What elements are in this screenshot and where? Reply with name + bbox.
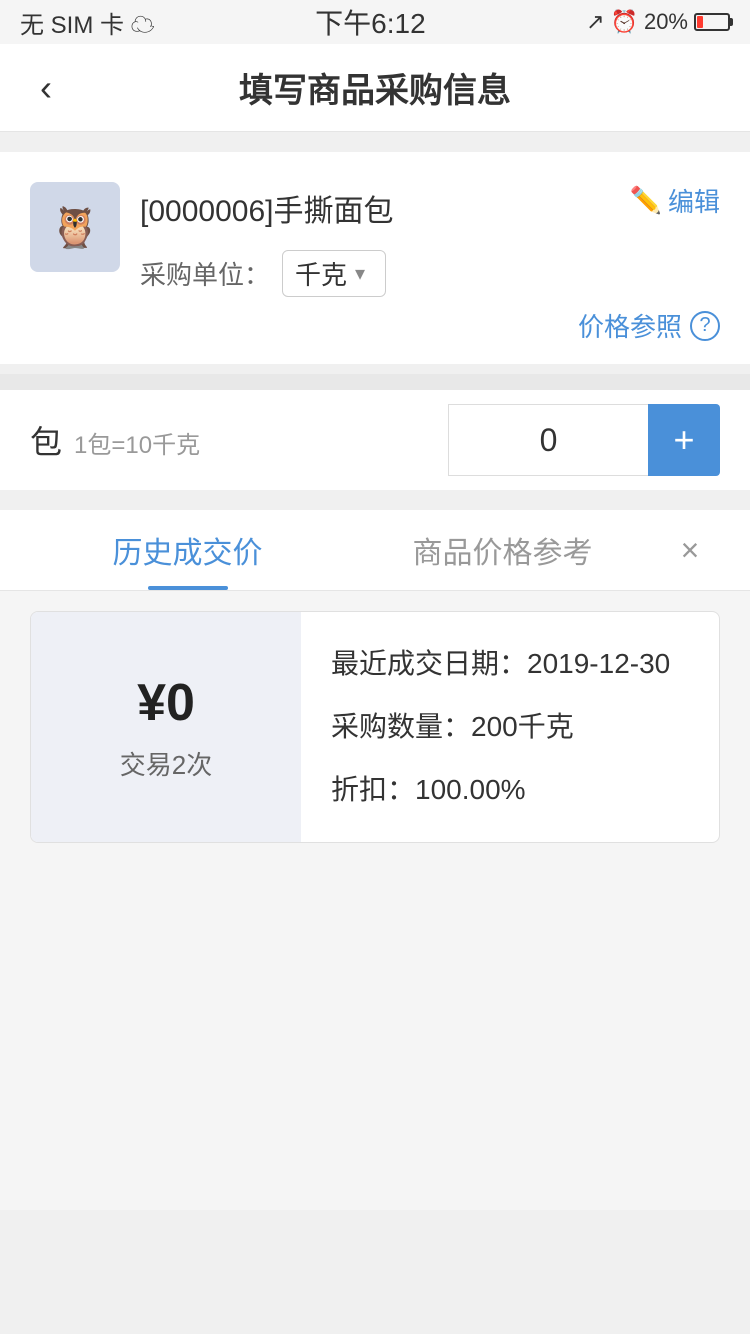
status-left: 无 SIM 卡 ☁ (20, 5, 155, 40)
quantity-input-group: 0 + (448, 404, 720, 476)
price-trades: 交易2次 (120, 745, 212, 782)
price-ref-label: 价格参照 (578, 307, 682, 344)
quantity-detail-label: 采购数量： (331, 711, 471, 742)
tab-price-reference[interactable]: 商品价格参考 (345, 510, 660, 590)
status-time: 下午6:12 (315, 2, 426, 42)
unit-label: 采购单位： (140, 255, 270, 292)
alarm-icon: ⏰ (611, 9, 638, 35)
quantity-input[interactable]: 0 (448, 404, 648, 476)
product-logo-icon: 🦉 (50, 204, 100, 251)
content-area: 历史成交价 商品价格参考 × ¥0 交易2次 最近成交日期：2019-12-30… (0, 510, 750, 1210)
edit-button[interactable]: ✏️ 编辑 (630, 182, 720, 219)
tab-history-price[interactable]: 历史成交价 (30, 510, 345, 590)
product-name: [0000006]手撕面包 (140, 186, 393, 230)
product-card: 🦉 [0000006]手撕面包 采购单位： 千克 ▾ ✏️ 编辑 价格参照 ? (0, 152, 750, 364)
back-button[interactable]: ‹ (30, 57, 62, 119)
price-ref-row[interactable]: 价格参照 ? (30, 307, 720, 344)
battery-percent: 20% (644, 9, 688, 35)
unit-select[interactable]: 千克 ▾ (282, 250, 386, 297)
status-right: ↗ ⏰ 20% (586, 9, 730, 35)
status-bar: 无 SIM 卡 ☁ 下午6:12 ↗ ⏰ 20% (0, 0, 750, 44)
unit-value: 千克 (295, 255, 347, 292)
recent-date-row: 最近成交日期：2019-12-30 (331, 642, 689, 687)
quantity-conversion: 1包=10千克 (74, 425, 200, 460)
page-title: 填写商品采购信息 (239, 63, 511, 112)
quantity-row-detail: 采购数量：200千克 (331, 705, 689, 750)
quantity-plus-button[interactable]: + (648, 404, 720, 476)
recent-date-label: 最近成交日期： (331, 648, 527, 679)
unit-dropdown-icon: ▾ (355, 261, 365, 286)
discount-row: 折扣：100.00% (331, 768, 689, 813)
edit-icon: ✏️ (630, 185, 662, 216)
product-unit-row: 采购单位： 千克 ▾ (140, 250, 393, 297)
discount-value: 100.00% (415, 774, 526, 805)
price-amount: ¥0 (137, 673, 195, 733)
section-divider (0, 374, 750, 390)
sim-label: 无 SIM 卡 ☁ (20, 5, 155, 40)
discount-label: 折扣： (331, 774, 415, 805)
price-card-left: ¥0 交易2次 (31, 612, 301, 842)
product-info: [0000006]手撕面包 采购单位： 千克 ▾ (140, 182, 393, 297)
price-card-right: 最近成交日期：2019-12-30 采购数量：200千克 折扣：100.00% (301, 612, 719, 842)
quantity-label-group: 包 1包=10千克 (30, 417, 200, 463)
battery-icon (694, 13, 730, 31)
price-ref-help-icon: ? (690, 311, 720, 341)
recent-date-value: 2019-12-30 (527, 648, 670, 679)
tab-bar: 历史成交价 商品价格参考 × (0, 510, 750, 591)
quantity-detail-value: 200千克 (471, 711, 574, 742)
quantity-unit: 包 (30, 417, 62, 463)
location-icon: ↗ (586, 9, 604, 35)
product-thumbnail: 🦉 (30, 182, 120, 272)
quantity-row: 包 1包=10千克 0 + (0, 390, 750, 490)
nav-bar: ‹ 填写商品采购信息 (0, 44, 750, 132)
price-card: ¥0 交易2次 最近成交日期：2019-12-30 采购数量：200千克 折扣：… (30, 611, 720, 843)
tab-close-button[interactable]: × (660, 510, 720, 590)
